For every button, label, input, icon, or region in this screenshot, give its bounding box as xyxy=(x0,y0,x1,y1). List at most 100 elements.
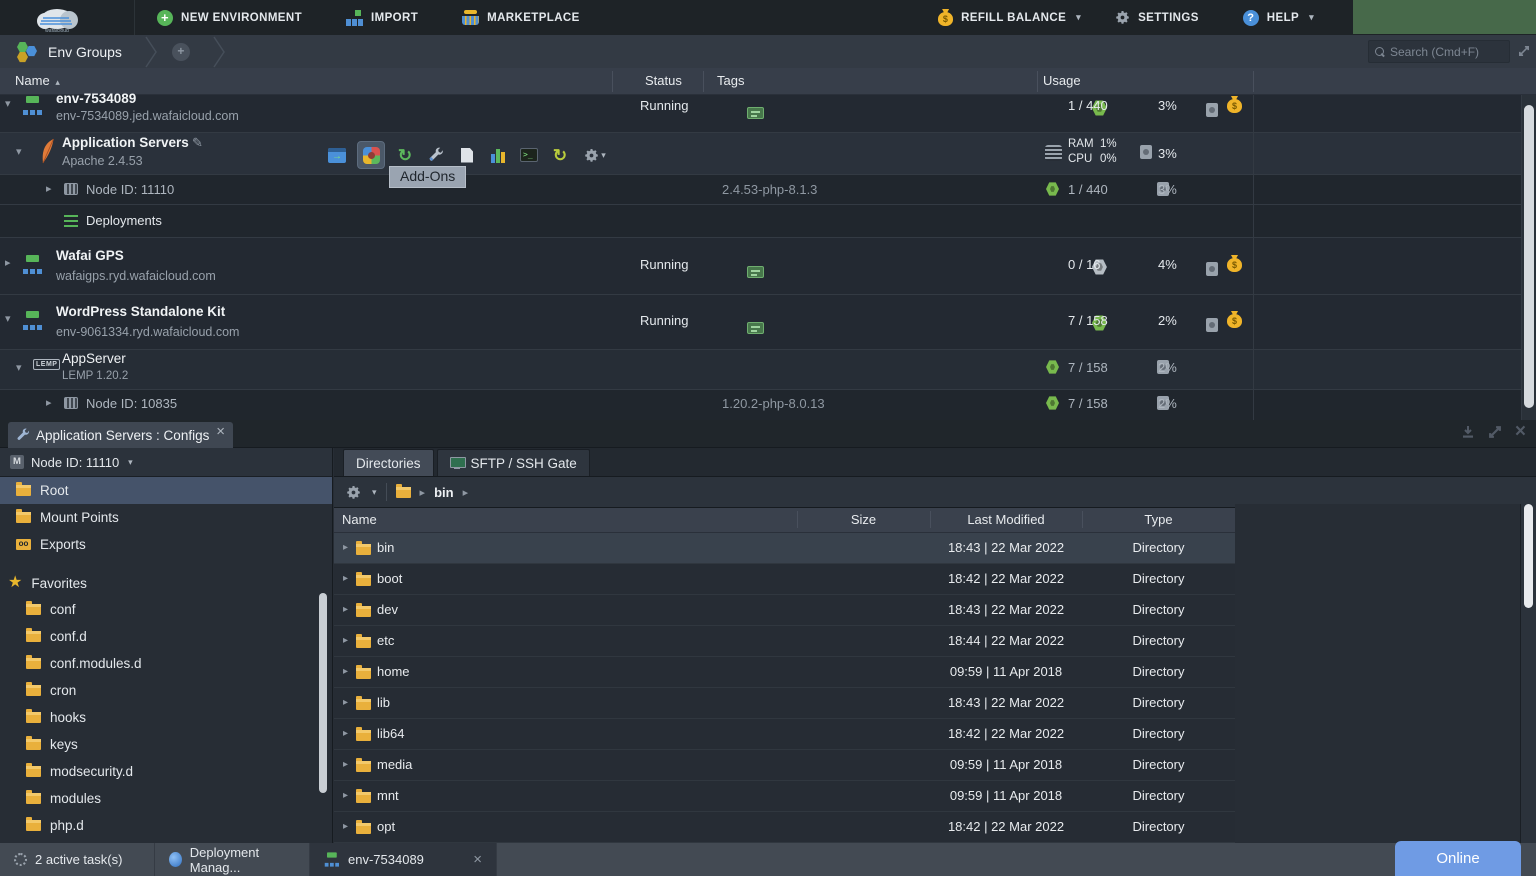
addons-button[interactable] xyxy=(357,141,385,169)
file-column-size[interactable]: Size xyxy=(797,512,930,527)
chevron-right-icon[interactable]: ▸ xyxy=(5,256,11,269)
open-in-browser-button[interactable] xyxy=(326,144,348,166)
env-domain[interactable]: env-9061334.ryd.wafaicloud.com xyxy=(56,325,239,339)
config-button[interactable] xyxy=(425,144,447,166)
close-icon[interactable]: × xyxy=(473,851,482,868)
env-domain[interactable]: wafaigps.ryd.wafaicloud.com xyxy=(56,269,216,283)
chevron-down-icon[interactable]: ▾ xyxy=(16,361,22,374)
chevron-right-icon[interactable]: ▸ xyxy=(343,790,348,801)
tab-directories[interactable]: Directories xyxy=(343,449,434,476)
close-icon[interactable]: × xyxy=(1515,422,1526,441)
help-button[interactable]: ? HELP ▾ xyxy=(1221,0,1336,35)
layer-row-appserver[interactable]: ▾ LEMP AppServer LEMP 1.20.2 7 / 158 2% xyxy=(0,350,1536,390)
chevron-right-icon[interactable]: ▸ xyxy=(46,182,52,195)
sidebar-item-mount-points[interactable]: Mount Points xyxy=(0,504,332,531)
gear-icon[interactable] xyxy=(346,485,361,500)
billing-icon[interactable] xyxy=(1227,311,1242,328)
refill-balance-button[interactable]: REFILL BALANCE ▾ xyxy=(916,0,1093,35)
wafaicloud-logo[interactable]: wafaicloud xyxy=(0,0,135,35)
active-tasks-button[interactable]: 2 active task(s) xyxy=(0,843,155,876)
expand-icon[interactable] xyxy=(1488,425,1502,439)
favorite-php-d[interactable]: php.d xyxy=(0,812,332,839)
tag-icon[interactable] xyxy=(747,322,765,334)
env-row-wafai-gps[interactable]: ▸ Wafai GPS wafaigps.ryd.wafaicloud.com … xyxy=(0,238,1536,295)
deployments-row[interactable]: Deployments xyxy=(0,205,1536,238)
chevron-right-icon[interactable]: ▸ xyxy=(343,666,348,677)
search-input[interactable] xyxy=(1390,44,1500,59)
env-list-scrollbar[interactable] xyxy=(1521,95,1536,420)
file-column-name[interactable]: Name xyxy=(342,512,377,527)
layer-name[interactable]: Application Servers xyxy=(62,135,189,150)
chevron-down-icon[interactable]: ▾ xyxy=(16,145,22,158)
node-id[interactable]: Node ID: 11110 xyxy=(86,182,174,197)
env-name[interactable]: Wafai GPS xyxy=(56,248,124,263)
chevron-down-icon[interactable]: ▾ xyxy=(372,487,377,498)
node-selector[interactable]: M Node ID: 11110 ▾ xyxy=(0,448,332,477)
log-button[interactable] xyxy=(456,144,478,166)
chevron-right-icon[interactable]: ▸ xyxy=(343,573,348,584)
redeploy-button[interactable]: ↻ xyxy=(549,144,571,166)
web-ssh-button[interactable]: >_ xyxy=(518,144,540,166)
add-group-button[interactable]: + xyxy=(171,42,190,61)
restart-button[interactable]: ↻ xyxy=(394,144,416,166)
billing-icon[interactable] xyxy=(1227,255,1242,272)
chevron-right-icon[interactable]: ▸ xyxy=(343,821,348,832)
chevron-right-icon[interactable]: ▸ xyxy=(343,635,348,646)
download-icon[interactable] xyxy=(1461,425,1475,439)
env-7534089-tab[interactable]: env-7534089 × xyxy=(310,843,497,876)
path-segment[interactable]: bin xyxy=(434,485,454,500)
column-status[interactable]: Status xyxy=(645,73,682,88)
promo-banner[interactable] xyxy=(1353,0,1536,34)
close-icon[interactable]: × xyxy=(216,423,225,440)
favorite-conf-modules-d[interactable]: conf.modules.d xyxy=(0,650,332,677)
sidebar-item-root[interactable]: Root xyxy=(0,477,332,504)
file-list-scrollbar[interactable] xyxy=(1520,504,1536,843)
new-environment-button[interactable]: + NEW ENVIRONMENT xyxy=(135,0,324,35)
marketplace-button[interactable]: MARKETPLACE xyxy=(440,0,602,35)
column-tags[interactable]: Tags xyxy=(717,73,744,88)
file-column-modified[interactable]: Last Modified xyxy=(930,512,1082,527)
import-button[interactable]: IMPORT xyxy=(324,0,440,35)
favorite-hooks[interactable]: hooks xyxy=(0,704,332,731)
deployments-label[interactable]: Deployments xyxy=(86,213,162,228)
chevron-down-icon[interactable]: ▾ xyxy=(5,312,11,325)
configs-panel-tab[interactable]: Application Servers : Configs × xyxy=(8,422,233,448)
env-row-wordpress-kit[interactable]: ▾ WordPress Standalone Kit env-9061334.r… xyxy=(0,295,1536,350)
collapse-search-icon[interactable] xyxy=(1518,45,1530,57)
sidebar-scrollbar-thumb[interactable] xyxy=(319,593,327,793)
tag-icon[interactable] xyxy=(747,107,765,119)
env-row-7534089[interactable]: ▾ env-7534089 env-7534089.jed.wafaicloud… xyxy=(0,91,1536,133)
favorites-header[interactable]: ★ Favorites xyxy=(0,570,332,596)
favorite-cron[interactable]: cron xyxy=(0,677,332,704)
statistics-button[interactable] xyxy=(487,144,509,166)
chevron-right-icon[interactable]: ▸ xyxy=(46,396,52,409)
tab-sftp-ssh-gate[interactable]: SFTP / SSH Gate xyxy=(436,449,590,476)
sidebar-item-exports[interactable]: Exports xyxy=(0,531,332,558)
scrollbar-thumb[interactable] xyxy=(1524,105,1534,408)
file-column-type[interactable]: Type xyxy=(1082,512,1235,527)
favorite-conf[interactable]: conf xyxy=(0,596,332,623)
node-row-11110[interactable]: ▸ Node ID: 11110 2.4.53-php-8.1.3 1 / 44… xyxy=(0,175,1536,205)
chevron-down-icon[interactable]: ▾ xyxy=(5,97,11,110)
env-name[interactable]: WordPress Standalone Kit xyxy=(56,304,225,319)
root-folder-icon[interactable] xyxy=(395,483,411,498)
chevron-right-icon[interactable]: ▸ xyxy=(343,697,348,708)
env-name[interactable]: env-7534089 xyxy=(56,91,136,106)
column-usage[interactable]: Usage xyxy=(1043,73,1081,88)
chevron-right-icon[interactable]: ▸ xyxy=(343,728,348,739)
favorite-modules[interactable]: modules xyxy=(0,785,332,812)
layer-name[interactable]: AppServer xyxy=(62,351,126,366)
edit-icon[interactable]: ✎ xyxy=(192,135,203,151)
node-row-10835[interactable]: ▸ Node ID: 10835 1.20.2-php-8.0.13 7 / 1… xyxy=(0,390,1536,420)
chevron-right-icon[interactable]: ▸ xyxy=(343,759,348,770)
node-id[interactable]: Node ID: 10835 xyxy=(86,396,177,411)
chevron-right-icon[interactable]: ▸ xyxy=(343,604,348,615)
tag-icon[interactable] xyxy=(747,266,765,278)
column-name[interactable]: Name ▴ xyxy=(15,73,60,88)
scrollbar-thumb[interactable] xyxy=(1524,504,1533,608)
breadcrumb-env-groups[interactable]: Env Groups xyxy=(48,44,122,60)
online-chat-button[interactable]: Online xyxy=(1395,841,1521,876)
settings-button[interactable]: SETTINGS xyxy=(1093,0,1221,35)
billing-icon[interactable] xyxy=(1227,96,1242,113)
favorite-modsecurity-d[interactable]: modsecurity.d xyxy=(0,758,332,785)
